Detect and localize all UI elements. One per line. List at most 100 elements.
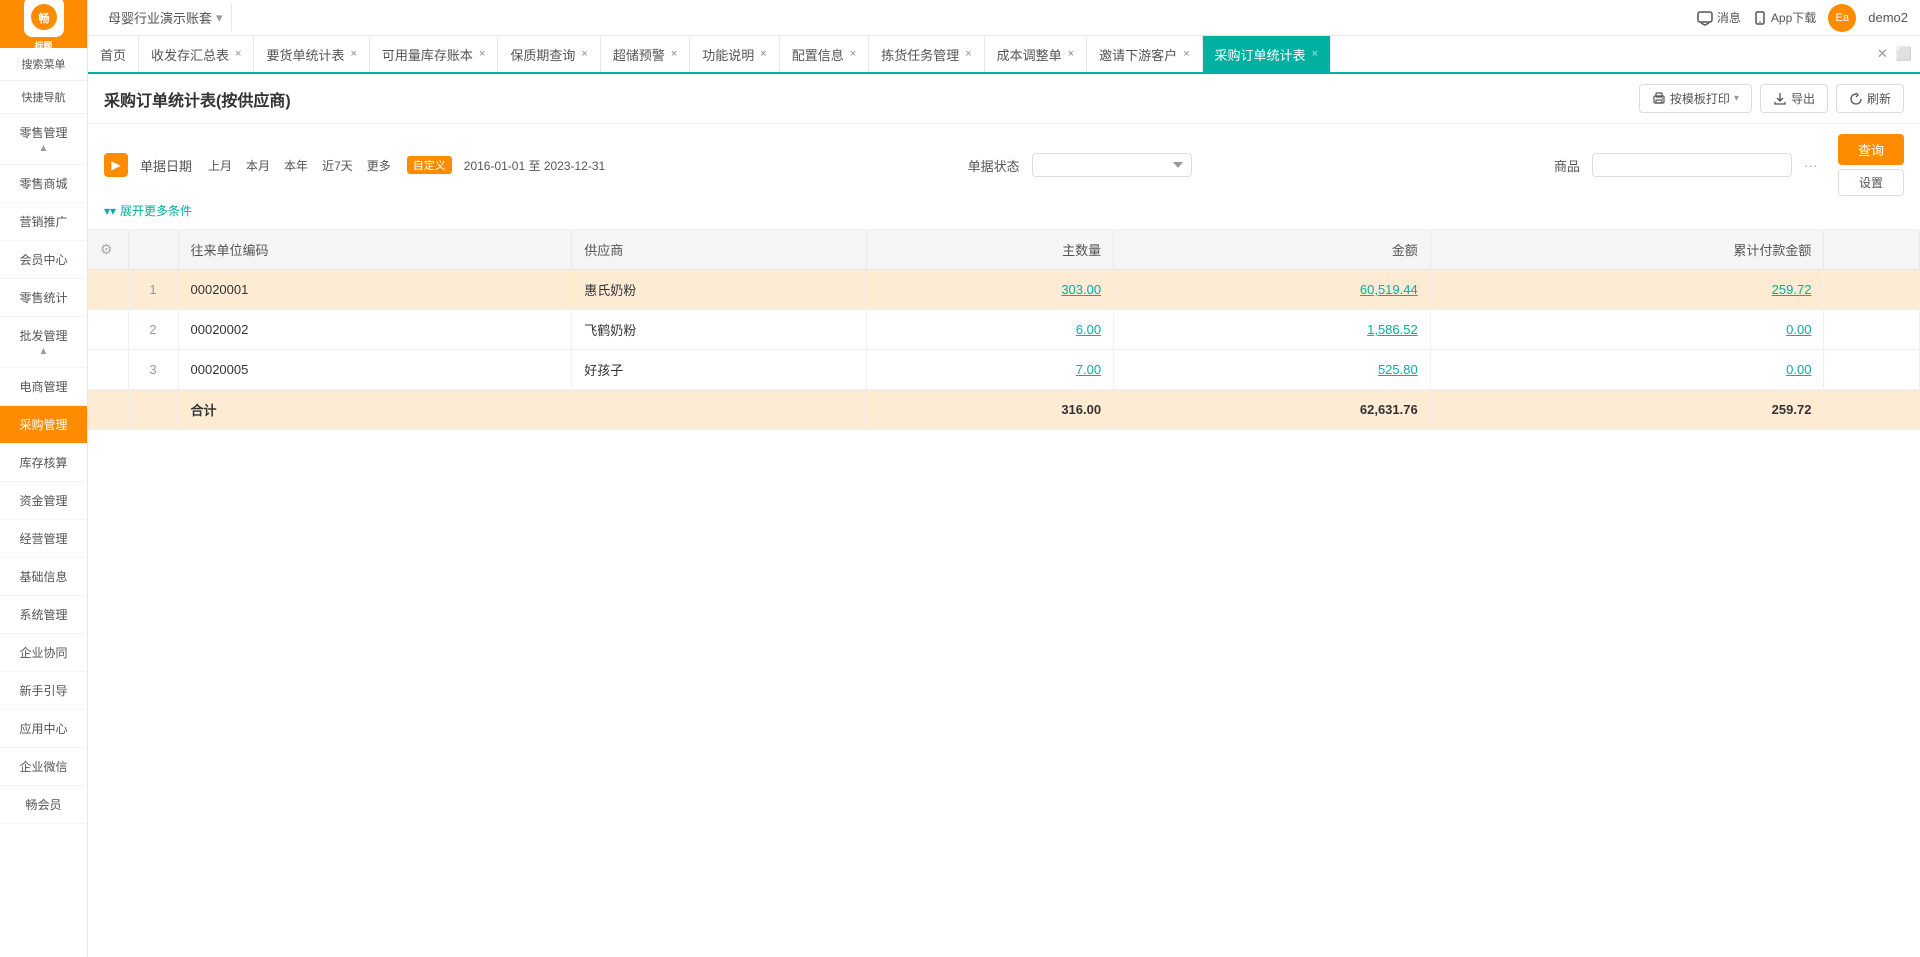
table-row[interactable]: 100020001惠氏奶粉303.0060,519.44259.72 <box>88 270 1920 310</box>
sidebar-item-ecommerce[interactable]: 电商管理 <box>0 368 87 406</box>
amount-cell[interactable]: 1,586.52 <box>1114 310 1431 350</box>
date-shortcut-1[interactable]: 本月 <box>242 155 274 176</box>
main-qty-cell[interactable]: 303.00 <box>866 270 1114 310</box>
maximize-icon[interactable]: ⬜ <box>1896 46 1912 62</box>
tab-close-picking-task[interactable]: × <box>965 48 971 60</box>
tab-close-cost-adjust[interactable]: × <box>1068 48 1074 60</box>
tab-picking-task[interactable]: 拣货任务管理× <box>869 36 984 72</box>
sidebar-item-retail-shop[interactable]: 零售商城 <box>0 165 87 203</box>
column-settings-icon[interactable]: ⚙ <box>100 241 113 257</box>
amount-cell[interactable]: 525.80 <box>1114 350 1431 390</box>
footer-settings-cell <box>88 390 128 430</box>
tab-close-purchase-stat[interactable]: × <box>1312 48 1318 60</box>
date-shortcut-0[interactable]: 上月 <box>204 155 236 176</box>
tab-close-overstock-alert[interactable]: × <box>671 48 677 60</box>
message-btn[interactable]: 消息 <box>1697 9 1741 26</box>
sidebar-item-purchase[interactable]: 采购管理 <box>0 406 87 444</box>
tab-close-available-stock[interactable]: × <box>479 48 485 60</box>
main-qty-cell[interactable]: 7.00 <box>866 350 1114 390</box>
tab-cost-adjust[interactable]: 成本调整单× <box>985 36 1087 72</box>
goods-input[interactable] <box>1592 153 1792 177</box>
tab-invite-downstream[interactable]: 邀请下游客户× <box>1087 36 1202 72</box>
search-menu-item[interactable]: 搜索菜单 <box>0 48 87 81</box>
account-dropdown[interactable]: 母婴行业演示账套 ▾ <box>100 4 232 31</box>
tab-config-info[interactable]: 配置信息× <box>780 36 869 72</box>
table-area: ⚙ 往来单位编码 供应商 主数量 金额 累计付款金额 100020001惠氏奶粉… <box>88 230 1920 957</box>
tab-label-expiry-query: 保质期查询 <box>510 45 575 64</box>
sidebar-item-wechat[interactable]: 企业微信 <box>0 748 87 786</box>
sidebar-item-wholesale[interactable]: 批发管理▲ <box>0 317 87 368</box>
unit-code-cell: 00020005 <box>178 350 572 390</box>
tab-label-home: 首页 <box>100 45 126 64</box>
custom-date-tag[interactable]: 自定义 <box>407 156 452 174</box>
sidebar-item-label-enterprise: 企业协同 <box>19 644 67 661</box>
tab-available-stock[interactable]: 可用量库存账本× <box>370 36 498 72</box>
query-button[interactable]: 查询 <box>1838 134 1904 165</box>
tab-receive-summary[interactable]: 收发存汇总表× <box>139 36 254 72</box>
sidebar-item-system[interactable]: 系统管理 <box>0 596 87 634</box>
tab-close-config-info[interactable]: × <box>850 48 856 60</box>
sidebar-item-retail-stat[interactable]: 零售统计 <box>0 279 87 317</box>
sidebar-item-basic[interactable]: 基础信息 <box>0 558 87 596</box>
sidebar-item-apps[interactable]: 应用中心 <box>0 710 87 748</box>
tab-close-expiry-query[interactable]: × <box>581 48 587 60</box>
date-shortcut-2[interactable]: 本年 <box>280 155 312 176</box>
user-avatar[interactable]: Ea <box>1828 4 1856 32</box>
sidebar-logo[interactable]: 畅 标题 <box>0 0 87 48</box>
sidebar-item-label-marketing: 营销推广 <box>19 213 67 230</box>
sidebar-item-member[interactable]: 会员中心 <box>0 241 87 279</box>
tab-expiry-query[interactable]: 保质期查询 × <box>498 36 600 72</box>
tab-home[interactable]: 首页 <box>88 36 139 72</box>
sidebar-nav: 零售管理▲零售商城营销推广会员中心零售统计批发管理▲电商管理采购管理库存核算资金… <box>0 114 87 957</box>
extra-col-header <box>1824 230 1920 270</box>
main-qty-cell[interactable]: 6.00 <box>866 310 1114 350</box>
date-shortcut-3[interactable]: 近7天 <box>318 155 357 176</box>
print-button[interactable]: 按模板打印 ▾ <box>1639 84 1752 113</box>
close-window-icon[interactable]: ✕ <box>1877 46 1888 62</box>
sidebar-item-inventory[interactable]: 库存核算 <box>0 444 87 482</box>
sidebar-item-operation[interactable]: 经营管理 <box>0 520 87 558</box>
sidebar-item-enterprise[interactable]: 企业协同 <box>0 634 87 672</box>
expand-filter-btn[interactable]: ▾▾ 展开更多条件 <box>104 202 1904 219</box>
export-button[interactable]: 导出 <box>1760 84 1828 113</box>
amount-cell[interactable]: 60,519.44 <box>1114 270 1431 310</box>
expand-icon: ▾▾ <box>104 204 116 218</box>
paid-amount-cell[interactable]: 0.00 <box>1430 350 1824 390</box>
column-settings-header: ⚙ <box>88 230 128 270</box>
date-shortcut-4[interactable]: 更多 <box>363 155 395 176</box>
paid-amount-cell[interactable]: 259.72 <box>1430 270 1824 310</box>
sidebar-item-label-system: 系统管理 <box>19 606 67 623</box>
refresh-button[interactable]: 刷新 <box>1836 84 1904 113</box>
settings-button[interactable]: 设置 <box>1838 169 1904 196</box>
tab-close-order-summary[interactable]: × <box>350 48 356 60</box>
sidebar-item-label-retail: 零售管理 <box>19 124 67 141</box>
tab-feature-desc[interactable]: 功能说明× <box>690 36 779 72</box>
sidebar-item-label-apps: 应用中心 <box>19 720 67 737</box>
table-row[interactable]: 300020005好孩子7.00525.800.00 <box>88 350 1920 390</box>
refresh-icon <box>1849 92 1863 106</box>
sidebar-item-retail[interactable]: 零售管理▲ <box>0 114 87 165</box>
sidebar-item-marketing[interactable]: 营销推广 <box>0 203 87 241</box>
tab-label-order-summary: 要货单统计表 <box>266 45 344 64</box>
sidebar-item-newbie[interactable]: 新手引导 <box>0 672 87 710</box>
sidebar-item-vip[interactable]: 畅会员 <box>0 786 87 824</box>
tab-purchase-stat[interactable]: 采购订单统计表× <box>1203 36 1331 72</box>
tab-close-feature-desc[interactable]: × <box>760 48 766 60</box>
paid-amount-cell[interactable]: 0.00 <box>1430 310 1824 350</box>
quick-nav-item[interactable]: 快捷导航 <box>0 81 87 114</box>
tab-close-receive-summary[interactable]: × <box>235 48 241 60</box>
status-select[interactable] <box>1032 153 1192 177</box>
tab-order-summary[interactable]: 要货单统计表 × <box>254 36 369 72</box>
table-row[interactable]: 200020002飞鹤奶粉6.001,586.520.00 <box>88 310 1920 350</box>
sidebar-item-label-basic: 基础信息 <box>19 568 67 585</box>
username-label[interactable]: demo2 <box>1868 10 1908 25</box>
tab-close-invite-downstream[interactable]: × <box>1183 48 1189 60</box>
table-body: 100020001惠氏奶粉303.0060,519.44259.72200020… <box>88 270 1920 390</box>
sidebar-item-finance[interactable]: 资金管理 <box>0 482 87 520</box>
goods-more-icon[interactable]: ··· <box>1804 157 1818 173</box>
row-num-cell: 3 <box>128 350 178 390</box>
filter-toggle-btn[interactable]: ▶ <box>104 153 128 177</box>
tab-overstock-alert[interactable]: 超储预警× <box>601 36 690 72</box>
app-download-btn[interactable]: App下载 <box>1753 9 1816 26</box>
footer-rownum-cell <box>128 390 178 430</box>
